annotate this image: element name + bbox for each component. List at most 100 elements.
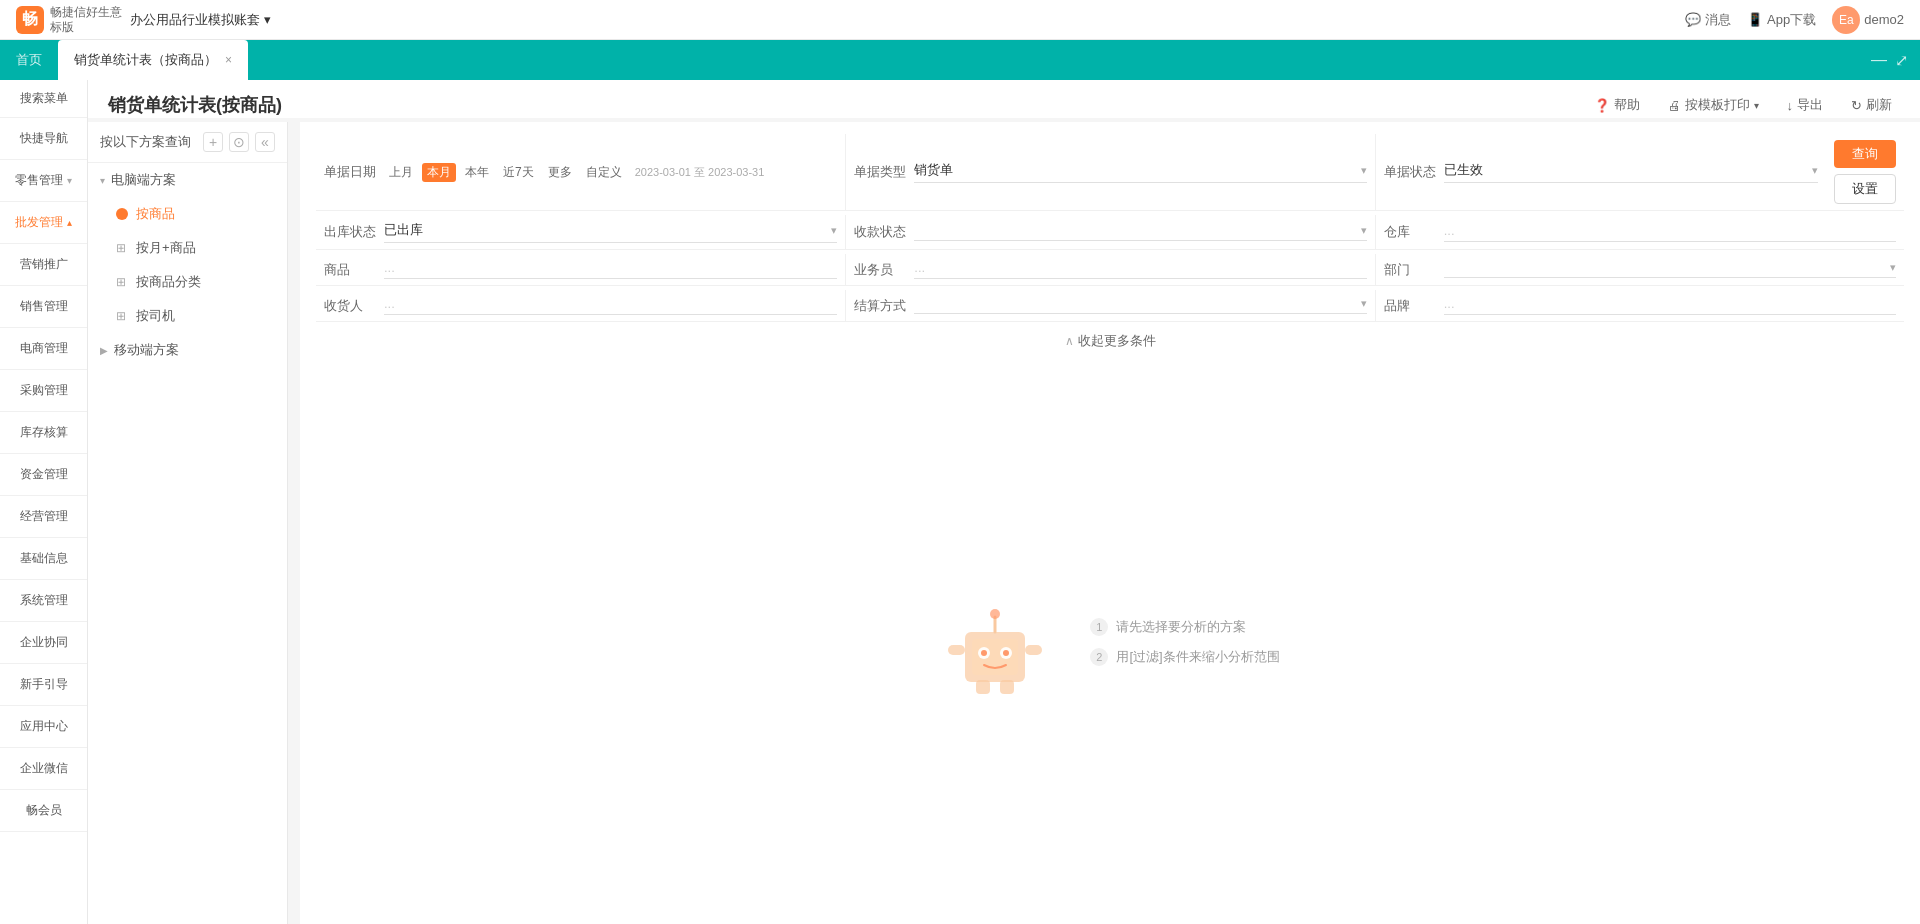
help-button[interactable]: ❓ 帮助 bbox=[1586, 92, 1648, 118]
tab-sales-stats[interactable]: 销货单统计表（按商品） × bbox=[58, 40, 248, 80]
receipt-status-dropdown-icon: ▾ bbox=[1361, 224, 1367, 237]
out-status-input[interactable]: 已出库 ▾ bbox=[384, 221, 837, 243]
topbar-right: 💬 消息 📱 App下载 Ea demo2 bbox=[1685, 6, 1904, 34]
page-header: 销货单统计表(按商品) ❓ 帮助 🖨 按模板打印 ▾ ↓ 导出 ↻ 刷新 bbox=[88, 80, 1920, 118]
brand-input[interactable]: ... bbox=[1444, 296, 1896, 315]
filter-cell-receiver: 收货人 ... bbox=[316, 290, 845, 322]
tree-item-pc-scheme[interactable]: ▾ 电脑端方案 bbox=[88, 163, 287, 197]
chevron-down-icon: ▾ bbox=[67, 175, 72, 186]
filter-cell-doc-type: 单据类型 销货单 ▾ bbox=[845, 134, 1374, 211]
sidebar-item-retail[interactable]: 零售管理 ▾ bbox=[0, 160, 87, 202]
tab-expand-button[interactable]: ⤢ bbox=[1895, 51, 1908, 70]
date-tab-7days[interactable]: 近7天 bbox=[498, 163, 539, 182]
sales-staff-label: 业务员 bbox=[854, 261, 914, 279]
sidebar-quick-nav[interactable]: 快捷导航 bbox=[0, 118, 87, 160]
logo-area: 畅 畅捷信好生意 标版 bbox=[16, 5, 122, 34]
sidebar-item-basic[interactable]: 基础信息 bbox=[0, 538, 87, 580]
doc-status-label: 单据状态 bbox=[1384, 163, 1444, 181]
svg-point-4 bbox=[981, 650, 987, 656]
action-buttons: 查询 设置 bbox=[1834, 140, 1896, 204]
doc-type-dropdown-icon: ▾ bbox=[1361, 164, 1367, 177]
setting-button[interactable]: 设置 bbox=[1834, 174, 1896, 204]
tab-home[interactable]: 首页 bbox=[0, 40, 58, 80]
sidebar-item-inventory[interactable]: 库存核算 bbox=[0, 412, 87, 454]
tree-item-by-goods[interactable]: 按商品 bbox=[88, 197, 287, 231]
sidebar-item-wechat[interactable]: 企业微信 bbox=[0, 748, 87, 790]
date-filter-controls: 上月 本月 本年 近7天 更多 自定义 2023-03-01 至 2023-03… bbox=[384, 163, 837, 182]
sidebar-item-enterprise[interactable]: 企业协同 bbox=[0, 622, 87, 664]
tree-item-by-goods-category[interactable]: ⊞ 按商品分类 bbox=[88, 265, 287, 299]
grid-icon-3: ⊞ bbox=[116, 309, 126, 323]
date-tab-this-year[interactable]: 本年 bbox=[460, 163, 494, 182]
doc-type-value: 销货单 bbox=[914, 161, 953, 179]
tip-text-2: 用[过滤]条件来缩小分析范围 bbox=[1116, 648, 1279, 666]
empty-state: 1 请先选择要分析的方案 2 用[过滤]条件来缩小分析范围 bbox=[300, 360, 1920, 924]
sidebar-item-purchase[interactable]: 采购管理 bbox=[0, 370, 87, 412]
sidebar-item-marketing[interactable]: 营销推广 bbox=[0, 244, 87, 286]
filter-cell-out-status: 出库状态 已出库 ▾ bbox=[316, 215, 845, 250]
sidebar-item-wholesale[interactable]: 批发管理 ▴ bbox=[0, 202, 87, 244]
doc-type-input[interactable]: 销货单 ▾ bbox=[914, 161, 1366, 183]
settle-dropdown-icon: ▾ bbox=[1361, 297, 1367, 310]
settle-label: 结算方式 bbox=[854, 297, 914, 315]
goods-input[interactable]: ... bbox=[384, 260, 837, 279]
circle-icon bbox=[116, 208, 128, 220]
collapse-panel-button[interactable]: « bbox=[255, 132, 275, 152]
sidebar-item-system[interactable]: 系统管理 bbox=[0, 580, 87, 622]
workspace-selector[interactable]: 办公用品行业模拟账套 ▾ bbox=[130, 11, 271, 29]
print-button[interactable]: 🖨 按模板打印 ▾ bbox=[1660, 92, 1767, 118]
filter-section: 单据日期 上月 本月 本年 近7天 更多 自定义 2023-03-01 至 20… bbox=[300, 122, 1920, 360]
sidebar-item-newbie[interactable]: 新手引导 bbox=[0, 664, 87, 706]
tree-item-by-driver[interactable]: ⊞ 按司机 bbox=[88, 299, 287, 333]
sidebar-search[interactable]: 搜索菜单 bbox=[0, 80, 87, 118]
collapse-icon: ∧ bbox=[1065, 334, 1074, 348]
date-range-display: 2023-03-01 至 2023-03-31 bbox=[635, 165, 765, 180]
date-tab-custom[interactable]: 自定义 bbox=[581, 163, 627, 182]
add-scheme-button[interactable]: + bbox=[203, 132, 223, 152]
user-menu[interactable]: Ea demo2 bbox=[1832, 6, 1904, 34]
download-icon: 📱 bbox=[1747, 12, 1763, 27]
dept-input[interactable]: ▾ bbox=[1444, 261, 1896, 278]
out-status-label: 出库状态 bbox=[324, 223, 384, 241]
filter-cell-goods: 商品 ... bbox=[316, 254, 845, 286]
message-button[interactable]: 💬 消息 bbox=[1685, 11, 1731, 29]
refresh-button[interactable]: ↻ 刷新 bbox=[1843, 92, 1900, 118]
out-status-dropdown-icon: ▾ bbox=[831, 224, 837, 237]
out-status-value: 已出库 bbox=[384, 221, 423, 239]
date-tab-more[interactable]: 更多 bbox=[543, 163, 577, 182]
collapse-filter-button[interactable]: ∧ 收起更多条件 bbox=[316, 326, 1904, 356]
receiver-input[interactable]: ... bbox=[384, 296, 837, 315]
svg-point-7 bbox=[990, 609, 1000, 619]
export-button[interactable]: ↓ 导出 bbox=[1779, 92, 1832, 118]
date-tab-last-month[interactable]: 上月 bbox=[384, 163, 418, 182]
doc-status-input[interactable]: 已生效 ▾ bbox=[1444, 161, 1818, 183]
avatar: Ea bbox=[1832, 6, 1860, 34]
date-tab-this-month[interactable]: 本月 bbox=[422, 163, 456, 182]
left-panel: 按以下方案查询 + ⊙ « ▾ bbox=[88, 122, 288, 924]
warehouse-dots: ... bbox=[1444, 223, 1455, 238]
tree-item-by-month-goods[interactable]: ⊞ 按月+商品 bbox=[88, 231, 287, 265]
tab-close-button[interactable]: × bbox=[225, 53, 232, 67]
sidebar-item-operation[interactable]: 经营管理 bbox=[0, 496, 87, 538]
warehouse-input[interactable]: ... bbox=[1444, 223, 1896, 242]
filter-row-2: 出库状态 已出库 ▾ 收款状态 ▾ bbox=[316, 215, 1904, 250]
tree-item-mobile-scheme[interactable]: ▶ 移动端方案 bbox=[88, 333, 287, 367]
settle-input[interactable]: ▾ bbox=[914, 297, 1366, 314]
receipt-status-input[interactable]: ▾ bbox=[914, 224, 1366, 241]
sales-staff-input[interactable]: ... bbox=[914, 260, 1366, 279]
sidebar-item-sales[interactable]: 销售管理 bbox=[0, 286, 87, 328]
message-icon: 💬 bbox=[1685, 12, 1701, 27]
svg-rect-1 bbox=[972, 639, 1018, 675]
doc-type-label: 单据类型 bbox=[854, 163, 914, 181]
warehouse-label: 仓库 bbox=[1384, 223, 1444, 241]
sidebar-item-apps[interactable]: 应用中心 bbox=[0, 706, 87, 748]
sidebar-item-ecommerce[interactable]: 电商管理 bbox=[0, 328, 87, 370]
tab-minimize-button[interactable]: — bbox=[1871, 51, 1887, 69]
date-label: 单据日期 bbox=[324, 163, 384, 181]
query-button[interactable]: 查询 bbox=[1834, 140, 1896, 168]
sidebar-item-finance[interactable]: 资金管理 bbox=[0, 454, 87, 496]
filter-cell-receipt-status: 收款状态 ▾ bbox=[845, 215, 1374, 250]
app-download-button[interactable]: 📱 App下载 bbox=[1747, 11, 1816, 29]
scheme-settings-button[interactable]: ⊙ bbox=[229, 132, 249, 152]
sidebar-item-member[interactable]: 畅会员 bbox=[0, 790, 87, 832]
